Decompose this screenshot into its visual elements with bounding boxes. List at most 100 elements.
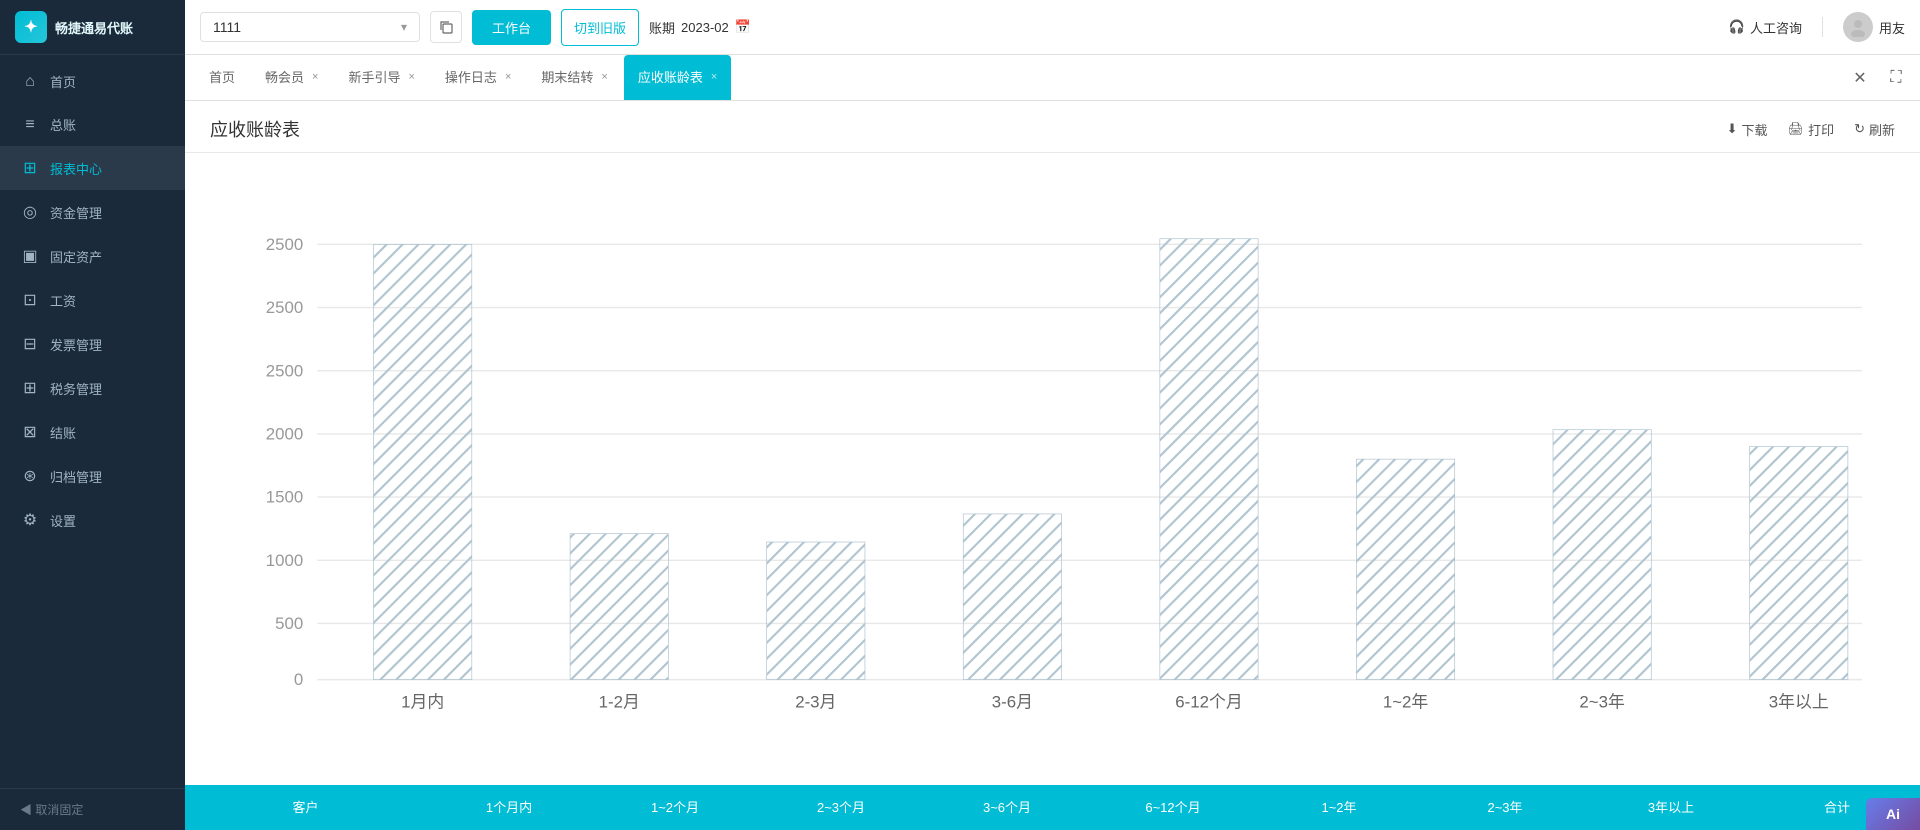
sidebar-item-tax[interactable]: ⊞ 税务管理 (0, 366, 185, 410)
close-member-tab[interactable]: × (312, 71, 318, 83)
ai-label: Ai (1886, 806, 1900, 822)
workbench-button[interactable]: 工作台 (472, 10, 551, 45)
headset-icon: 🎧 (1729, 19, 1745, 35)
close-all-tabs-button[interactable]: ✕ (1846, 64, 1874, 92)
invoice-nav-icon: ⊟ (20, 334, 40, 354)
svg-text:2-3月: 2-3月 (795, 693, 836, 712)
reports-nav-label: 报表中心 (50, 159, 102, 178)
col-2-3years: 2~3年 (1422, 785, 1588, 830)
switch-version-button[interactable]: 切到旧版 (561, 9, 639, 46)
sidebar-item-home[interactable]: ⌂ 首页 (0, 60, 185, 103)
main-content: 1111 ▾ 工作台 切到旧版 账期 2023-02 📅 🎧 人工咨询 (185, 0, 1920, 830)
print-label: 打印 (1808, 120, 1834, 139)
svg-text:1~2年: 1~2年 (1383, 693, 1429, 712)
ai-badge[interactable]: Ai (1866, 798, 1920, 830)
archive-nav-label: 归档管理 (50, 467, 102, 486)
logo-text: 畅捷通易代账 (55, 18, 133, 37)
svg-text:1月内: 1月内 (401, 693, 444, 712)
svg-text:2000: 2000 (266, 425, 303, 444)
refresh-icon: ↻ (1854, 121, 1865, 137)
copy-button[interactable] (430, 11, 462, 43)
page-title: 应收账龄表 (210, 116, 300, 142)
sidebar-item-archive[interactable]: ⊛ 归档管理 (0, 454, 185, 498)
tab-home-label: 首页 (209, 67, 235, 86)
sidebar-item-salary[interactable]: ⊡ 工资 (0, 278, 185, 322)
refresh-button[interactable]: ↻ 刷新 (1854, 120, 1895, 139)
assets-nav-label: 固定资产 (50, 247, 102, 266)
home-nav-label: 首页 (50, 72, 76, 91)
logo-icon: ✦ (15, 11, 47, 43)
col-customer: 客户 (185, 785, 426, 830)
period-value: 2023-02 (681, 20, 729, 35)
settlement-nav-label: 结账 (50, 423, 76, 442)
ledger-nav-icon: ≡ (20, 116, 40, 134)
user-info[interactable]: 用友 (1843, 12, 1905, 42)
tab-oplog-label: 操作日志 (445, 67, 497, 86)
chevron-down-icon: ▾ (401, 20, 407, 34)
tab-guide-label: 新手引导 (348, 67, 400, 86)
download-label: 下载 (1742, 120, 1768, 139)
close-period-end-tab[interactable]: × (601, 71, 607, 83)
tab-aging[interactable]: 应收账龄表 × (624, 55, 731, 100)
tab-oplog[interactable]: 操作日志 × (431, 55, 525, 100)
cancel-pin-label: ◀ 取消固定 (20, 801, 83, 818)
tab-home[interactable]: 首页 (195, 55, 249, 100)
header-divider (1822, 17, 1823, 37)
refresh-label: 刷新 (1869, 120, 1895, 139)
maximize-button[interactable]: ⛶ (1882, 64, 1910, 92)
sidebar-item-reports[interactable]: ⊞ 报表中心 (0, 146, 185, 190)
tax-nav-icon: ⊞ (20, 378, 40, 398)
close-guide-tab[interactable]: × (408, 71, 414, 83)
svg-text:6-12个月: 6-12个月 (1175, 693, 1242, 712)
ledger-nav-label: 总账 (50, 115, 76, 134)
close-oplog-tab[interactable]: × (505, 71, 511, 83)
calendar-icon[interactable]: 📅 (735, 19, 751, 35)
customer-service-button[interactable]: 🎧 人工咨询 (1729, 18, 1802, 37)
col-2-3months: 2~3个月 (758, 785, 924, 830)
sidebar-item-settings[interactable]: ⚙ 设置 (0, 498, 185, 542)
assets-nav-icon: ▣ (20, 246, 40, 266)
tab-member[interactable]: 畅会员 × (251, 55, 332, 100)
content-actions: ⬇ 下载 🖨 打印 ↻ 刷新 (1727, 120, 1895, 139)
tab-period-end-label: 期末结转 (541, 67, 593, 86)
sidebar-item-settlement[interactable]: ⊠ 结账 (0, 410, 185, 454)
download-button[interactable]: ⬇ 下载 (1727, 120, 1768, 139)
invoice-nav-label: 发票管理 (50, 335, 102, 354)
print-button[interactable]: 🖨 打印 (1788, 120, 1835, 139)
tax-nav-label: 税务管理 (50, 379, 102, 398)
sidebar-item-ledger[interactable]: ≡ 总账 (0, 103, 185, 146)
settings-nav-label: 设置 (50, 511, 76, 530)
col-3plus-years: 3年以上 (1588, 785, 1754, 830)
col-1-2years: 1~2年 (1256, 785, 1422, 830)
tab-guide[interactable]: 新手引导 × (334, 55, 428, 100)
svg-text:500: 500 (275, 614, 303, 633)
company-name: 1111 (213, 19, 393, 35)
svg-text:3-6月: 3-6月 (992, 693, 1033, 712)
tab-aging-label: 应收账龄表 (638, 67, 703, 86)
salary-nav-label: 工资 (50, 291, 76, 310)
company-selector[interactable]: 1111 ▾ (200, 12, 420, 42)
settings-nav-icon: ⚙ (20, 510, 40, 530)
header-right: 🎧 人工咨询 用友 (1729, 12, 1905, 42)
svg-text:0: 0 (294, 670, 303, 689)
close-aging-tab[interactable]: × (711, 71, 717, 83)
page-content: 应收账龄表 ⬇ 下载 🖨 打印 ↻ 刷新 (185, 101, 1920, 830)
svg-text:2500: 2500 (266, 298, 303, 317)
col-1month: 1个月内 (426, 785, 592, 830)
tab-period-end[interactable]: 期末结转 × (527, 55, 621, 100)
header: 1111 ▾ 工作台 切到旧版 账期 2023-02 📅 🎧 人工咨询 (185, 0, 1920, 55)
sidebar-item-funds[interactable]: ◎ 资金管理 (0, 190, 185, 234)
svg-text:2~3年: 2~3年 (1579, 693, 1625, 712)
content-header: 应收账龄表 ⬇ 下载 🖨 打印 ↻ 刷新 (185, 101, 1920, 153)
sidebar-footer[interactable]: ◀ 取消固定 (0, 788, 185, 830)
tab-bar-controls: ✕ ⛶ (1846, 64, 1910, 92)
period-label: 账期 (649, 18, 675, 37)
sidebar-item-assets[interactable]: ▣ 固定资产 (0, 234, 185, 278)
funds-nav-icon: ◎ (20, 202, 40, 222)
svg-text:2500: 2500 (266, 235, 303, 254)
period-info: 账期 2023-02 📅 (649, 18, 751, 37)
chart-area: 2500 2500 2500 2000 1500 1000 500 0 1月内 (185, 153, 1920, 785)
svg-text:2500: 2500 (266, 361, 303, 380)
salary-nav-icon: ⊡ (20, 290, 40, 310)
sidebar-item-invoice[interactable]: ⊟ 发票管理 (0, 322, 185, 366)
